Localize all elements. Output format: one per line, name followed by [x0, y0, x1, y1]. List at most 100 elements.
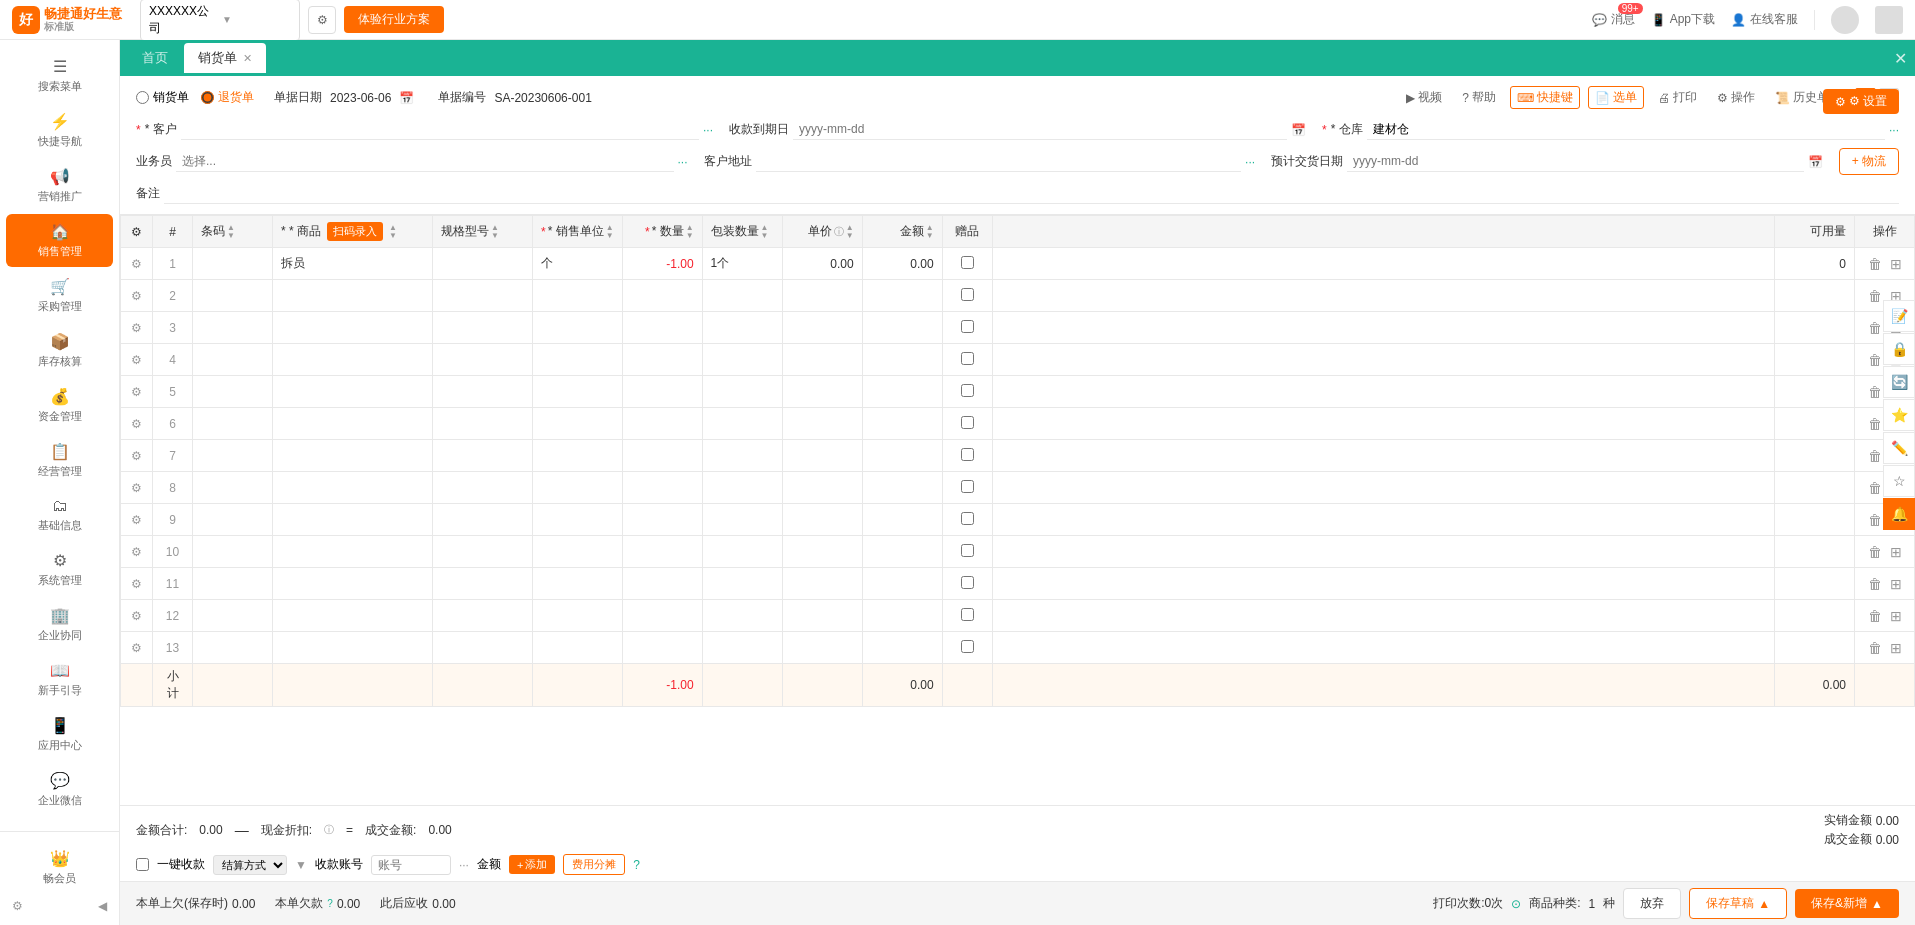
row-spec[interactable]: [433, 344, 533, 376]
row-amount[interactable]: [862, 568, 942, 600]
row-delete-button[interactable]: 🗑: [1866, 318, 1884, 338]
row-gift[interactable]: [942, 248, 992, 280]
row-pkgqty[interactable]: [702, 472, 782, 504]
row-gear[interactable]: ⚙: [121, 280, 153, 312]
row-unit[interactable]: 个: [533, 248, 623, 280]
row-copy-button[interactable]: ⊞: [1888, 638, 1904, 658]
row-product[interactable]: [273, 504, 433, 536]
float-star-icon[interactable]: ⭐: [1883, 399, 1915, 431]
row-delete-button[interactable]: 🗑: [1866, 606, 1884, 626]
row-unit[interactable]: [533, 344, 623, 376]
fee-allocation-button[interactable]: 费用分摊: [563, 854, 625, 875]
video-btn[interactable]: ▶ 视频: [1400, 87, 1448, 108]
row-product[interactable]: [273, 376, 433, 408]
row-unit[interactable]: [533, 312, 623, 344]
discard-button[interactable]: 放弃: [1623, 888, 1681, 919]
account-input[interactable]: [371, 855, 451, 875]
row-spec[interactable]: [433, 536, 533, 568]
row-qty[interactable]: [622, 280, 702, 312]
save-draft-button[interactable]: 保存草稿 ▲: [1689, 888, 1787, 919]
operate-btn[interactable]: ⚙ 操作: [1711, 87, 1761, 108]
sidebar-item-sales[interactable]: 🏠 销售管理: [6, 214, 113, 267]
order-due-question-icon[interactable]: ?: [327, 898, 333, 909]
float-notify-icon[interactable]: 🔔: [1883, 498, 1915, 530]
account-dots-icon[interactable]: ···: [459, 858, 469, 872]
row-qty[interactable]: [622, 376, 702, 408]
row-unit[interactable]: [533, 440, 623, 472]
sidebar-item-shortcut[interactable]: ⚡ 快捷导航: [6, 104, 113, 157]
row-spec[interactable]: [433, 248, 533, 280]
row-product[interactable]: [273, 344, 433, 376]
row-qty[interactable]: [622, 568, 702, 600]
row-product[interactable]: [273, 440, 433, 472]
row-gear[interactable]: ⚙: [121, 376, 153, 408]
row-barcode[interactable]: [193, 600, 273, 632]
row-barcode[interactable]: [193, 568, 273, 600]
radio-sales-order[interactable]: 销货单: [136, 89, 189, 106]
row-barcode[interactable]: [193, 632, 273, 664]
float-lock-icon[interactable]: 🔒: [1883, 333, 1915, 365]
row-gear[interactable]: ⚙: [121, 600, 153, 632]
row-spec[interactable]: [433, 280, 533, 312]
row-gift-checkbox[interactable]: [961, 320, 974, 333]
row-gift-checkbox[interactable]: [961, 384, 974, 397]
row-qty[interactable]: [622, 472, 702, 504]
add-payment-button[interactable]: + 添加: [509, 855, 555, 874]
row-gear[interactable]: ⚙: [121, 472, 153, 504]
float-refresh-icon[interactable]: 🔄: [1883, 366, 1915, 398]
row-pkgqty[interactable]: [702, 280, 782, 312]
warehouse-dots-icon[interactable]: ···: [1889, 123, 1899, 137]
row-barcode[interactable]: [193, 344, 273, 376]
settings-icon[interactable]: ⚙: [308, 6, 336, 34]
row-amount[interactable]: [862, 472, 942, 504]
save-new-button[interactable]: 保存&新增 ▲: [1795, 889, 1899, 918]
shortcut-btn[interactable]: ⌨ 快捷键: [1510, 86, 1580, 109]
row-spec[interactable]: [433, 472, 533, 504]
row-barcode[interactable]: [193, 312, 273, 344]
row-amount[interactable]: [862, 376, 942, 408]
row-qty[interactable]: [622, 632, 702, 664]
scan-button[interactable]: 扫码录入: [327, 222, 383, 241]
row-pkgqty[interactable]: [702, 408, 782, 440]
row-gift[interactable]: [942, 472, 992, 504]
row-price[interactable]: [782, 408, 862, 440]
tab-sales-order[interactable]: 销货单 ✕: [184, 43, 266, 73]
customer-dots-icon[interactable]: ···: [703, 123, 713, 137]
row-pkgqty[interactable]: [702, 536, 782, 568]
row-gift[interactable]: [942, 568, 992, 600]
row-pkgqty[interactable]: 1个: [702, 248, 782, 280]
sidebar-item-collab[interactable]: 🏢 企业协同: [6, 598, 113, 651]
row-product[interactable]: [273, 408, 433, 440]
row-gift[interactable]: [942, 344, 992, 376]
row-gift-checkbox[interactable]: [961, 256, 974, 269]
row-gear[interactable]: ⚙: [121, 632, 153, 664]
row-barcode[interactable]: [193, 280, 273, 312]
row-amount[interactable]: [862, 280, 942, 312]
sidebar-collapse-icon[interactable]: ◀: [98, 899, 107, 913]
row-gift[interactable]: [942, 280, 992, 312]
radio-return-input[interactable]: [201, 91, 214, 104]
row-pkgqty[interactable]: [702, 600, 782, 632]
row-gift-checkbox[interactable]: [961, 416, 974, 429]
row-price[interactable]: [782, 632, 862, 664]
tab-close-all-icon[interactable]: ✕: [1894, 49, 1907, 68]
row-qty[interactable]: [622, 504, 702, 536]
row-price[interactable]: 0.00: [782, 248, 862, 280]
row-gift[interactable]: [942, 632, 992, 664]
row-unit[interactable]: [533, 280, 623, 312]
row-amount[interactable]: [862, 504, 942, 536]
row-gear[interactable]: ⚙: [121, 504, 153, 536]
row-gift[interactable]: [942, 600, 992, 632]
print-btn[interactable]: 🖨 打印: [1652, 87, 1703, 108]
row-spec[interactable]: [433, 568, 533, 600]
row-pkgqty[interactable]: [702, 568, 782, 600]
float-pen-icon[interactable]: ✏️: [1883, 432, 1915, 464]
avatar[interactable]: [1831, 6, 1859, 34]
row-gift-checkbox[interactable]: [961, 448, 974, 461]
row-amount[interactable]: 0.00: [862, 248, 942, 280]
row-unit[interactable]: [533, 632, 623, 664]
row-pkgqty[interactable]: [702, 312, 782, 344]
row-delete-button[interactable]: 🗑: [1866, 542, 1884, 562]
tab-close-icon[interactable]: ✕: [243, 52, 252, 65]
row-qty[interactable]: [622, 600, 702, 632]
